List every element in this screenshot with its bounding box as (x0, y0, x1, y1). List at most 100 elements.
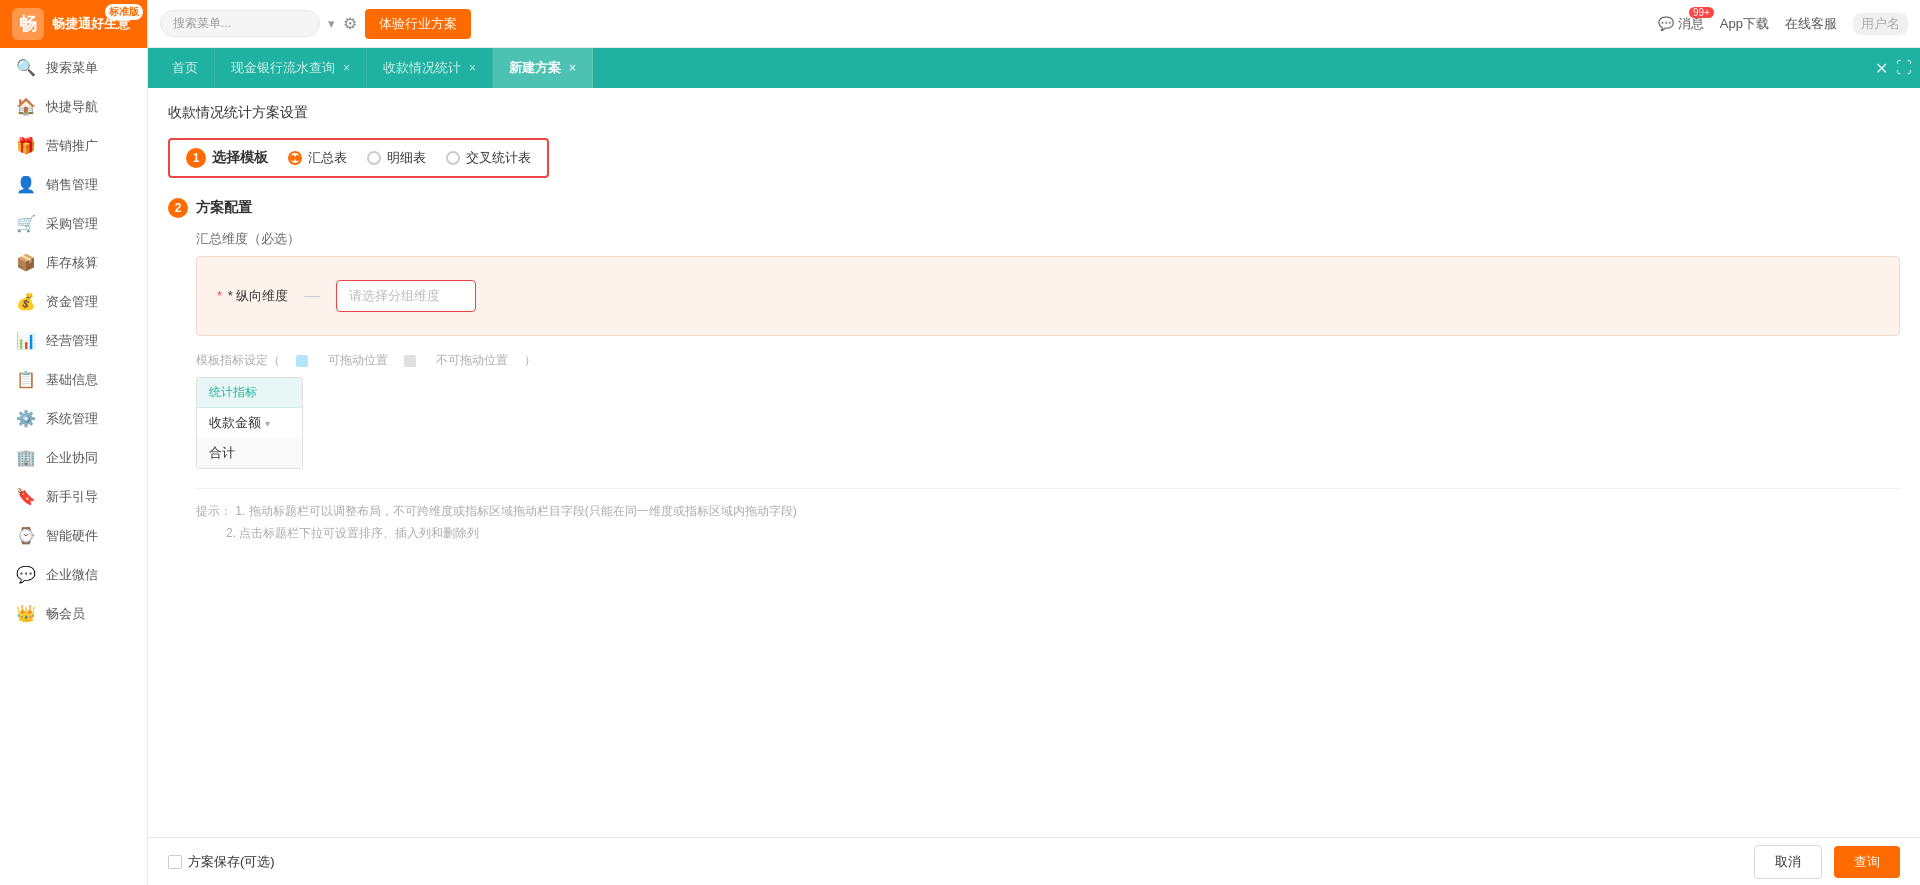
section1-header: 1 选择模板 汇总表 (168, 138, 1900, 178)
industry-btn[interactable]: 体验行业方案 (365, 9, 471, 39)
sidebar-item-label: 企业微信 (46, 566, 98, 584)
sidebar-item-wechat[interactable]: 💬 企业微信 (0, 555, 147, 594)
sidebar-item-label: 销售管理 (46, 176, 98, 194)
message-badge: 99+ (1689, 7, 1714, 18)
message-label: 消息 (1678, 16, 1704, 31)
sidebar-item-vip[interactable]: 👑 畅会员 (0, 594, 147, 633)
sidebar-item-search-menu[interactable]: 🔍 搜索菜单 (0, 48, 147, 87)
section1-number: 1 (186, 148, 206, 168)
section2-number: 2 (168, 198, 188, 218)
sidebar-item-operation[interactable]: 📊 经营管理 (0, 321, 147, 360)
finance-icon: 💰 (16, 292, 36, 311)
metrics-hint: 模板指标设定（ 可拖动位置 不可拖动位置 ） (196, 352, 1900, 369)
section1-title: 选择模板 (212, 149, 268, 167)
sidebar-item-newbie[interactable]: 🔖 新手引导 (0, 477, 147, 516)
radio-summary[interactable]: 汇总表 (288, 149, 347, 167)
tab-bank-flow-close[interactable]: × (343, 61, 350, 75)
tab-bank-flow[interactable]: 现金银行流水查询 × (215, 48, 367, 88)
query-button[interactable]: 查询 (1834, 846, 1900, 878)
tip1-text: 1. 拖动标题栏可以调整布局，不可跨维度或指标区域拖动栏目字段(只能在同一维度或… (235, 504, 796, 518)
sidebar-item-label: 基础信息 (46, 371, 98, 389)
message-btn[interactable]: 💬 消息 99+ (1658, 15, 1704, 33)
tabbar: 首页 现金银行流水查询 × 收款情况统计 × 新建方案 × ✕ ⛶ (148, 48, 1920, 88)
section2-header: 2 方案配置 (168, 198, 1900, 218)
sidebar-item-label: 资金管理 (46, 293, 98, 311)
section2-title: 方案配置 (196, 199, 252, 217)
radio-summary-circle (288, 151, 302, 165)
required-star: * (217, 288, 222, 303)
basic-info-icon: 📋 (16, 370, 36, 389)
sidebar-item-marketing[interactable]: 🎁 营销推广 (0, 126, 147, 165)
newbie-icon: 🔖 (16, 487, 36, 506)
quick-nav-icon: 🏠 (16, 97, 36, 116)
tabbar-controls: ✕ ⛶ (1875, 59, 1912, 78)
radio-detail[interactable]: 明细表 (367, 149, 426, 167)
footer-bar: 方案保存(可选) 取消 查询 (148, 837, 1920, 885)
sidebar-item-basic-info[interactable]: 📋 基础信息 (0, 360, 147, 399)
sidebar-item-label: 智能硬件 (46, 527, 98, 545)
sidebar-item-purchase[interactable]: 🛒 采购管理 (0, 204, 147, 243)
dim-placeholder: 请选择分组维度 (349, 288, 440, 303)
inventory-icon: 📦 (16, 253, 36, 272)
tip2-text: 2. 点击标题栏下拉可设置排序、插入列和删除列 (226, 526, 479, 540)
radio-summary-label: 汇总表 (308, 149, 347, 167)
config-body: 汇总维度（必选） * * 纵向维度 — 请选择分组维度 (196, 230, 1900, 544)
stats-amount-cell[interactable]: 收款金额 ▾ (197, 408, 302, 438)
save-plan-checkbox[interactable] (168, 855, 182, 869)
template-radio-group: 汇总表 明细表 交叉统计表 (288, 149, 531, 167)
tips-label: 提示： (196, 504, 232, 518)
sidebar-item-sales[interactable]: 👤 销售管理 (0, 165, 147, 204)
tab-close-window-icon[interactable]: ✕ (1875, 59, 1888, 78)
app-download-btn[interactable]: App下载 (1720, 15, 1769, 33)
stats-amount-label: 收款金额 (209, 414, 261, 432)
tab-receipt-stats-close[interactable]: × (469, 61, 476, 75)
content-area: 收款情况统计方案设置 1 选择模板 (148, 88, 1920, 837)
vertical-dim-label: * * 纵向维度 (217, 287, 288, 305)
radio-cross[interactable]: 交叉统计表 (446, 149, 531, 167)
sidebar-item-label: 企业协同 (46, 449, 98, 467)
operation-icon: 📊 (16, 331, 36, 350)
sidebar-item-system[interactable]: ⚙️ 系统管理 (0, 399, 147, 438)
sidebar-item-label: 营销推广 (46, 137, 98, 155)
sidebar-item-enterprise[interactable]: 🏢 企业协同 (0, 438, 147, 477)
sidebar-item-label: 采购管理 (46, 215, 98, 233)
settings-icon[interactable]: ⚙ (343, 14, 357, 33)
logo-icon: 畅 (12, 8, 44, 40)
dim-arrow-icon: — (304, 287, 320, 305)
sales-icon: 👤 (16, 175, 36, 194)
tab-new-plan-close[interactable]: × (569, 61, 576, 75)
tab-new-plan[interactable]: 新建方案 × (493, 48, 593, 88)
sidebar-item-label: 库存核算 (46, 254, 98, 272)
template-select-box: 1 选择模板 汇总表 (168, 138, 549, 178)
logo-badge: 标准版 (105, 4, 143, 20)
sidebar-item-label: 新手引导 (46, 488, 98, 506)
sidebar-item-label: 系统管理 (46, 410, 98, 428)
purchase-icon: 🛒 (16, 214, 36, 233)
stats-table: 统计指标 收款金额 ▾ 合计 (196, 377, 303, 469)
topbar-actions: 💬 消息 99+ App下载 在线客服 用户名 (1658, 13, 1908, 35)
tab-expand-icon[interactable]: ⛶ (1896, 59, 1912, 77)
sidebar-item-quick-nav[interactable]: 🏠 快捷导航 (0, 87, 147, 126)
sidebar: 畅 畅捷通好生意 标准版 🔍 搜索菜单 🏠 快捷导航 🎁 营销推广 👤 销售管理… (0, 0, 148, 885)
tab-home[interactable]: 首页 (156, 48, 215, 88)
sidebar-item-inventory[interactable]: 📦 库存核算 (0, 243, 147, 282)
metrics-label-text: 模板指标设定（ (196, 352, 280, 369)
cancel-button[interactable]: 取消 (1754, 845, 1822, 879)
sidebar-item-label: 快捷导航 (46, 98, 98, 116)
search-menu-icon: 🔍 (16, 58, 36, 77)
dimension-select[interactable]: 请选择分组维度 (336, 280, 476, 312)
topbar-dropdown-arrow[interactable]: ▾ (328, 16, 335, 31)
sidebar-item-smart-hw[interactable]: ⌚ 智能硬件 (0, 516, 147, 555)
radio-detail-label: 明细表 (387, 149, 426, 167)
online-service-btn[interactable]: 在线客服 (1785, 15, 1837, 33)
tips-divider (196, 488, 1900, 489)
radio-cross-label: 交叉统计表 (466, 149, 531, 167)
stats-amount-dropdown-icon[interactable]: ▾ (265, 418, 270, 429)
section-config: 2 方案配置 汇总维度（必选） * * 纵向维度 — (168, 198, 1900, 544)
main-area: 搜索菜单... ▾ ⚙ 体验行业方案 💬 消息 99+ App下载 在线客服 用… (148, 0, 1920, 885)
save-plan-label: 方案保存(可选) (188, 853, 275, 871)
tab-receipt-stats[interactable]: 收款情况统计 × (367, 48, 493, 88)
page-title: 收款情况统计方案设置 (168, 104, 1900, 122)
wechat-icon: 💬 (16, 565, 36, 584)
sidebar-item-finance[interactable]: 💰 资金管理 (0, 282, 147, 321)
